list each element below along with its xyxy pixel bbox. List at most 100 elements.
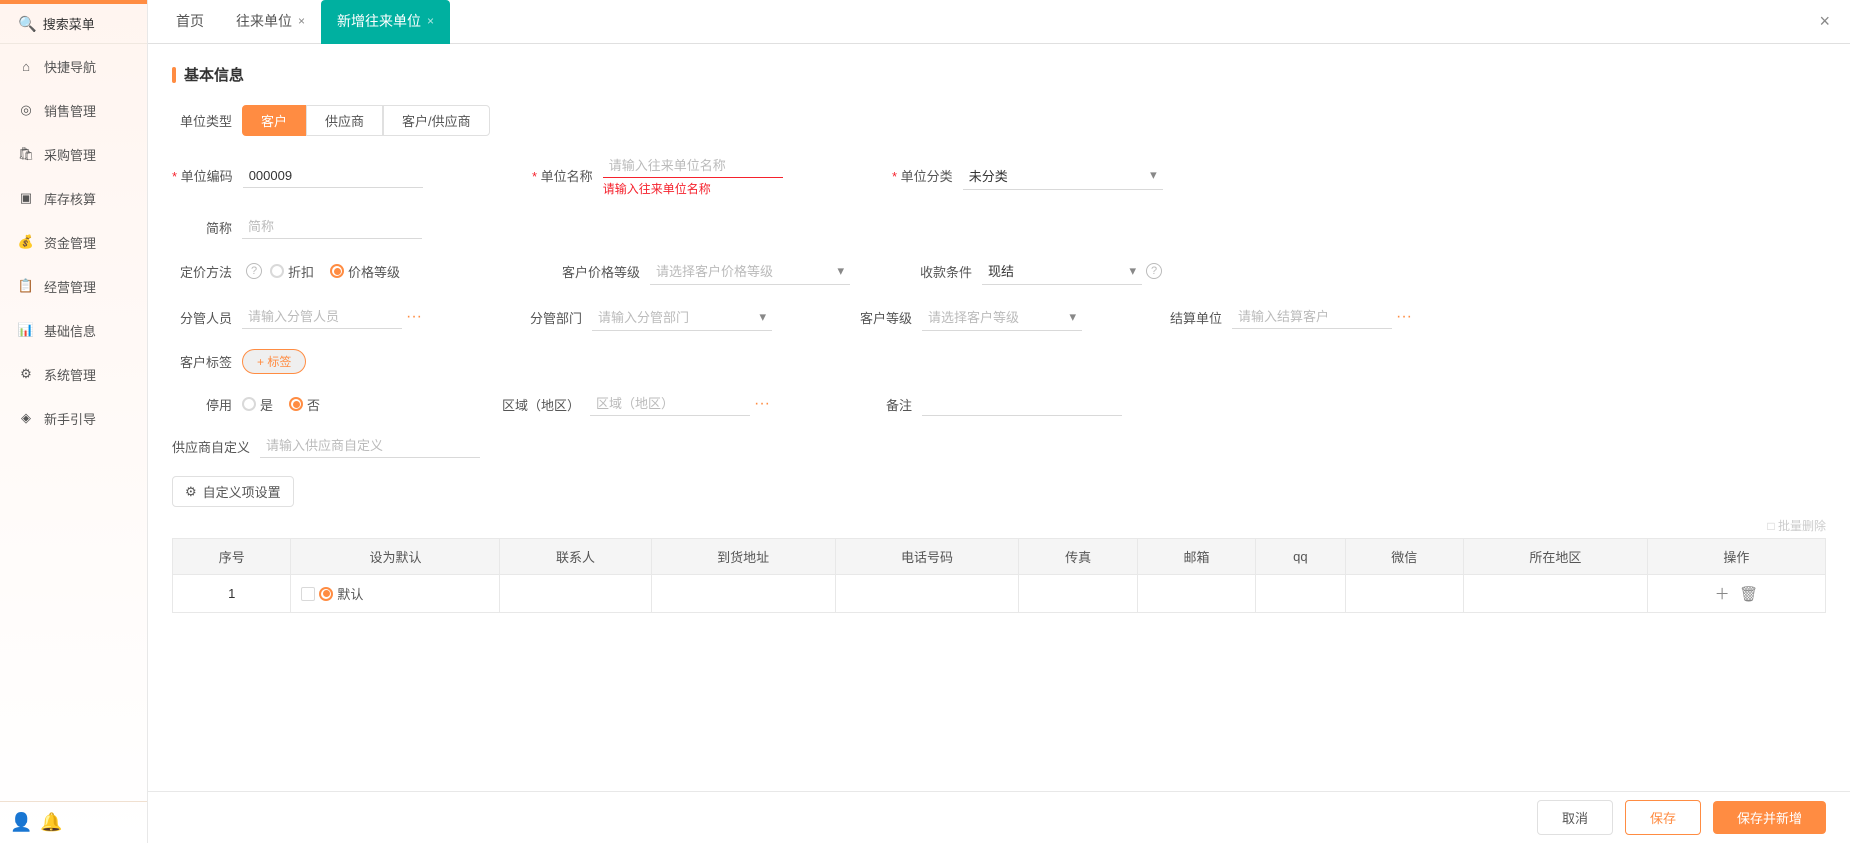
unit-category-group: 单位分类 未分类 ▾ (892, 162, 1172, 190)
payment-terms-label: 收款条件 (912, 262, 972, 281)
customer-price-level-arrow: ▾ (837, 263, 844, 279)
unit-type-row: 单位类型 客户 供应商 客户/供应商 (172, 105, 1826, 136)
sidebar-item-inventory[interactable]: ▣ 库存核算 (0, 176, 147, 220)
unit-name-input[interactable] (603, 154, 783, 178)
sidebar-item-finance[interactable]: 💰 资金管理 (0, 220, 147, 264)
supplier-custom-input[interactable] (260, 434, 480, 458)
tab-home-label: 首页 (176, 11, 204, 31)
sidebar-item-purchase[interactable]: 🛍 采购管理 (0, 132, 147, 176)
payment-terms-select[interactable]: 现结 ▾ (982, 257, 1142, 285)
batch-delete-icon: □ (1767, 519, 1774, 533)
row-delete-button[interactable]: 🗑 (1736, 585, 1761, 603)
code-name-category-row: 单位编码 单位名称 请输入往来单位名称 单位分类 未分类 ▾ (172, 154, 1826, 197)
window-close-icon[interactable]: × (1811, 11, 1838, 32)
customer-level-arrow: ▾ (1069, 309, 1076, 325)
sidebar-item-label: 采购管理 (44, 145, 96, 164)
sidebar-item-system[interactable]: ⚙ 系统管理 (0, 352, 147, 396)
settlement-unit-dots-btn[interactable]: ··· (1396, 308, 1412, 326)
tab-home[interactable]: 首页 (160, 0, 220, 44)
department-group: 分管部门 请输入分管部门 ▾ (522, 303, 822, 331)
sidebar-item-sales[interactable]: ◎ 销售管理 (0, 88, 147, 132)
pricing-method-label: 定价方法 (172, 262, 232, 281)
customer-tag-row: 客户标签 + 标签 (172, 349, 1826, 374)
disabled-group: 停用 是 否 (172, 395, 472, 414)
unit-code-input[interactable] (243, 164, 423, 188)
row-add-button[interactable]: ＋ (1712, 583, 1733, 604)
sidebar-item-guide[interactable]: ◈ 新手引导 (0, 396, 147, 440)
department-select[interactable]: 请输入分管部门 ▾ (592, 303, 772, 331)
save-new-button[interactable]: 保存并新增 (1713, 801, 1826, 834)
section-title: 基本信息 (172, 64, 1826, 85)
tab-new-partner-label: 新增往来单位 (337, 11, 421, 31)
tab-partners[interactable]: 往来单位 × (220, 0, 321, 44)
settlement-unit-input[interactable] (1232, 305, 1392, 329)
sidebar-item-label: 基础信息 (44, 321, 96, 340)
purchase-icon: 🛍 (16, 144, 36, 164)
disabled-radio-yes[interactable]: 是 (242, 395, 273, 414)
row-default-radio[interactable]: 默认 (319, 584, 363, 603)
save-button[interactable]: 保存 (1625, 800, 1701, 835)
sidebar-item-label: 库存核算 (44, 189, 96, 208)
unit-btn-both[interactable]: 客户/供应商 (383, 105, 490, 136)
supplier-custom-group: 供应商自定义 (172, 434, 1826, 458)
unit-name-error: 请输入往来单位名称 (603, 180, 783, 197)
sidebar-search-label: 搜索菜单 (43, 14, 95, 33)
sidebar-item-operations[interactable]: 📋 经营管理 (0, 264, 147, 308)
col-id: 序号 (173, 539, 291, 575)
payment-terms-help-icon[interactable]: ? (1146, 263, 1162, 279)
sidebar-item-quick-nav[interactable]: ⌂ 快捷导航 (0, 44, 147, 88)
sidebar-search[interactable]: 🔍 搜索菜单 (0, 4, 147, 44)
home-icon: ⌂ (16, 56, 36, 76)
pricing-method-help-icon[interactable]: ? (246, 263, 262, 279)
region-input[interactable] (590, 392, 750, 416)
sidebar: 🔍 搜索菜单 ⌂ 快捷导航 ◎ 销售管理 🛍 采购管理 ▣ 库存核算 💰 资金管… (0, 0, 148, 843)
customer-level-select[interactable]: 请选择客户等级 ▾ (922, 303, 1082, 331)
cancel-button[interactable]: 取消 (1537, 800, 1613, 835)
table-header-row: 序号 设为默认 联系人 到货地址 电话号码 传真 邮箱 qq 微信 所在地区 操… (173, 539, 1826, 575)
disabled-radio-no[interactable]: 否 (289, 395, 320, 414)
unit-btn-customer[interactable]: 客户 (242, 105, 306, 136)
customer-level-placeholder: 请选择客户等级 (928, 307, 1019, 326)
row-checkbox-input[interactable] (301, 587, 315, 601)
manager-input[interactable] (242, 305, 402, 329)
sidebar-item-label: 快捷导航 (44, 57, 96, 76)
disabled-region-row: 停用 是 否 区域（地区） ··· 备注 (172, 392, 1826, 416)
tab-new-partner-close[interactable]: × (427, 14, 434, 28)
region-group: 区域（地区） ··· (502, 392, 822, 416)
customer-price-level-select[interactable]: 请选择客户价格等级 ▾ (650, 257, 850, 285)
contacts-table: 序号 设为默认 联系人 到货地址 电话号码 传真 邮箱 qq 微信 所在地区 操… (172, 538, 1826, 613)
row-address (651, 575, 835, 613)
pricing-radio-level-circle (330, 264, 344, 278)
short-name-input[interactable] (242, 215, 422, 239)
sidebar-item-basic-info[interactable]: 📊 基础信息 (0, 308, 147, 352)
short-name-row: 简称 (172, 215, 1826, 239)
row-default-radio-circle (319, 587, 333, 601)
remark-input[interactable] (922, 392, 1122, 416)
tab-new-partner[interactable]: 新增往来单位 × (321, 0, 450, 44)
batch-delete-label: 批量删除 (1778, 519, 1826, 533)
pricing-radio-level[interactable]: 价格等级 (330, 262, 400, 281)
row-actions: ＋ 🗑 (1647, 575, 1825, 613)
col-region: 所在地区 (1463, 539, 1647, 575)
unit-type-label: 单位类型 (172, 111, 232, 130)
unit-category-arrow: ▾ (1150, 167, 1157, 183)
operations-icon: 📋 (16, 276, 36, 296)
pricing-radio-discount[interactable]: 折扣 (270, 262, 314, 281)
unit-category-select[interactable]: 未分类 ▾ (963, 162, 1163, 190)
region-dots-btn[interactable]: ··· (754, 395, 770, 413)
main-area: 首页 往来单位 × 新增往来单位 × × 基本信息 单位类型 客户 供应商 客户… (148, 0, 1850, 843)
add-tag-button[interactable]: + 标签 (242, 349, 306, 374)
row-fax (1019, 575, 1137, 613)
manager-dots-btn[interactable]: ··· (406, 308, 422, 326)
row-region (1463, 575, 1647, 613)
unit-btn-supplier[interactable]: 供应商 (306, 105, 383, 136)
customer-level-group: 客户等级 请选择客户等级 ▾ (852, 303, 1132, 331)
custom-settings-button[interactable]: ⚙ 自定义项设置 (172, 476, 294, 507)
col-contact: 联系人 (500, 539, 651, 575)
sidebar-item-label: 系统管理 (44, 365, 96, 384)
manager-label: 分管人员 (172, 308, 232, 327)
col-fax: 传真 (1019, 539, 1137, 575)
disabled-label: 停用 (172, 395, 232, 414)
tab-partners-close[interactable]: × (298, 14, 305, 28)
inventory-icon: ▣ (16, 188, 36, 208)
